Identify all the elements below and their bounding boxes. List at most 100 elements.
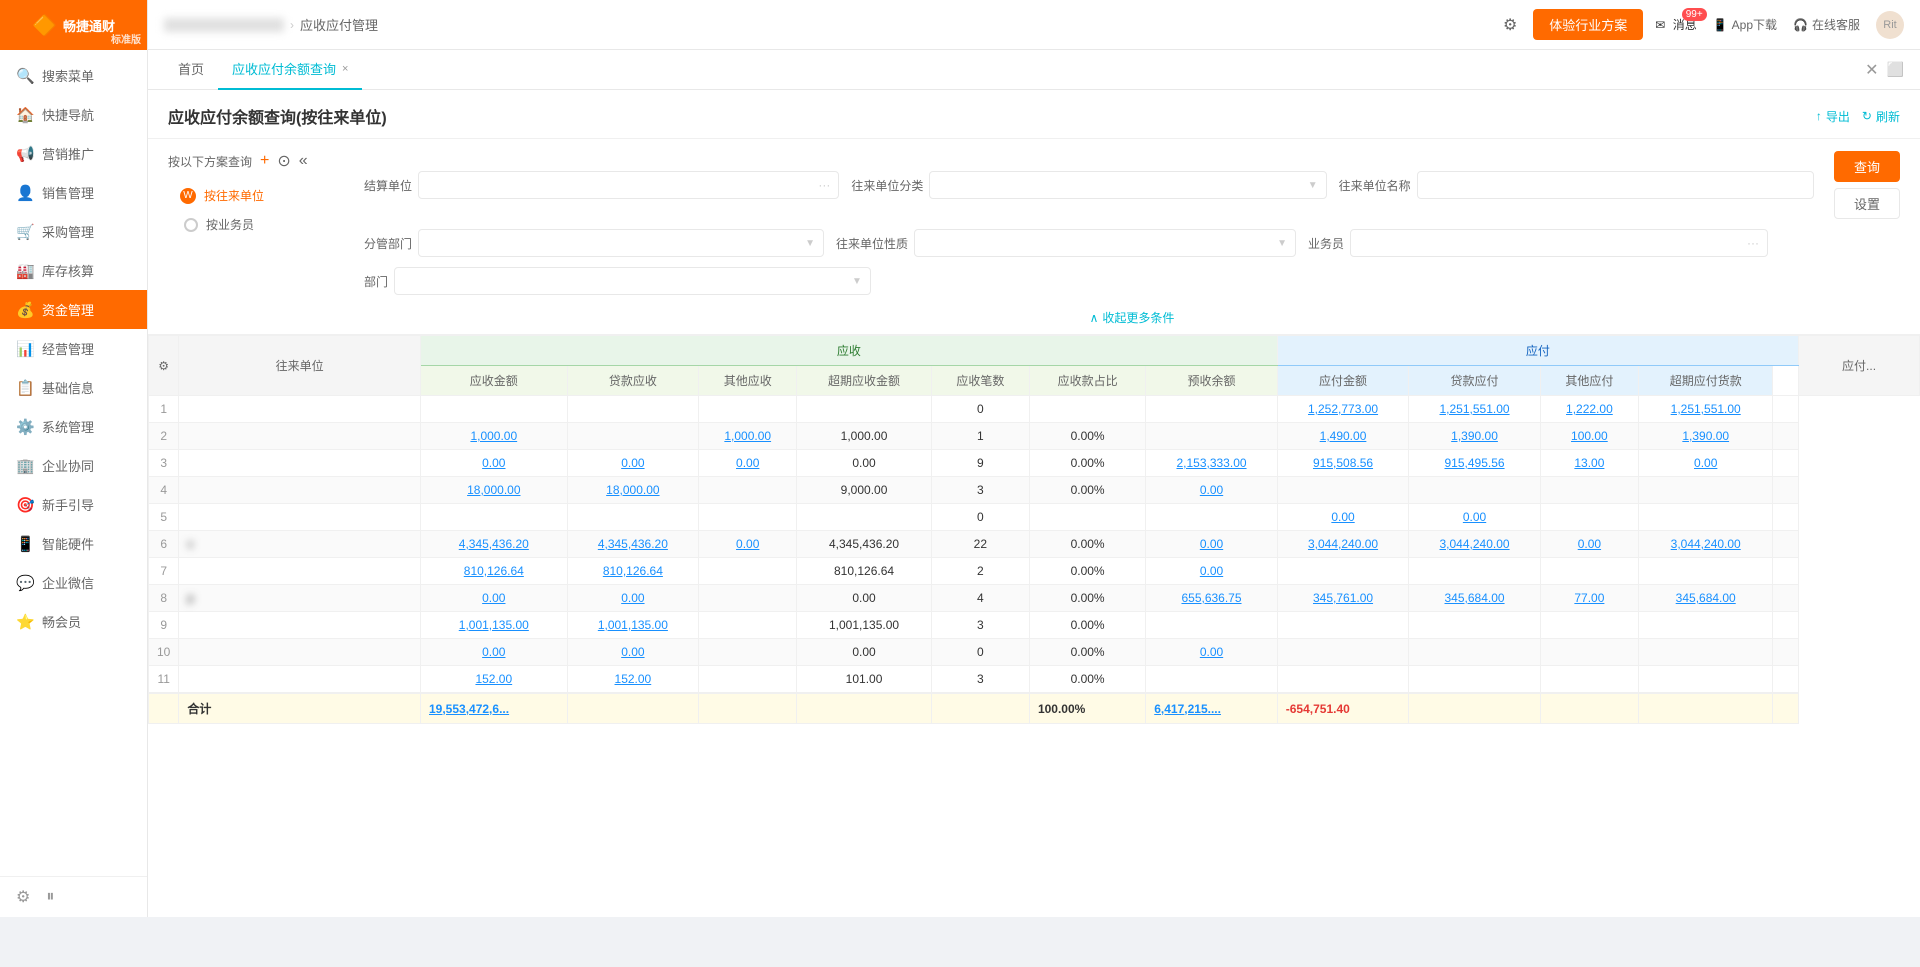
settlement-unit-input[interactable]: ··· (418, 171, 839, 199)
sidebar-item-system[interactable]: ⚙️ 系统管理 (0, 407, 147, 446)
ap-amount-cell[interactable]: 1,490.00 (1277, 423, 1409, 450)
unit-category-input[interactable]: ▼ (929, 171, 1326, 199)
footer-ar-amount[interactable]: 19,553,472,6... (421, 693, 568, 724)
ap-amount-cell[interactable]: 3,044,240.00 (1277, 531, 1409, 558)
ap-loan-cell[interactable]: 1,390.00 (1409, 423, 1541, 450)
sidebar-item-quick-nav[interactable]: 🏠 快捷导航 (0, 95, 147, 134)
ar-amount-cell[interactable]: 0.00 (421, 639, 568, 666)
ap-loan-cell[interactable]: 0.00 (1409, 504, 1541, 531)
sidebar-item-enterprise[interactable]: 🏢 企业协同 (0, 446, 147, 485)
sidebar-item-marketing[interactable]: 📢 营销推广 (0, 134, 147, 173)
sidebar-item-member[interactable]: ⭐ 畅会员 (0, 602, 147, 641)
ap-loan-cell[interactable]: 1,251,551.00 (1409, 396, 1541, 423)
tab-close-icon[interactable]: × (342, 63, 348, 75)
ar-other-cell[interactable]: 0.00 (699, 450, 797, 477)
ar-amount-cell[interactable]: 1,000.00 (421, 423, 568, 450)
tab-close-window-icon[interactable]: ✕ (1865, 60, 1878, 80)
ar-prepay-cell[interactable]: 0.00 (1146, 477, 1278, 504)
col-settings[interactable]: ⚙ (149, 336, 179, 396)
filter-settings-icon[interactable]: ⊙ (277, 151, 290, 171)
ap-amount-cell[interactable]: 1,252,773.00 (1277, 396, 1409, 423)
sidebar-item-search[interactable]: 🔍 搜索菜单 (0, 56, 147, 95)
ar-prepay-cell[interactable]: 655,636.75 (1146, 585, 1278, 612)
tab-home[interactable]: 首页 (164, 50, 218, 90)
ap-other-cell[interactable]: 1,222.00 (1540, 396, 1638, 423)
filter-option-by-staff[interactable]: 按业务员 (176, 210, 348, 239)
ap-overdue-cell[interactable]: 345,684.00 (1638, 585, 1772, 612)
ar-prepay-cell[interactable]: 0.00 (1146, 531, 1278, 558)
table-container[interactable]: ⚙ 往来单位 应收 应付 应付... 应收金额 贷款应收 其他应收 超期应收金额… (148, 335, 1920, 917)
ar-loan-cell[interactable]: 18,000.00 (567, 477, 699, 504)
tab-ar-ap[interactable]: 应收应付余额查询 × (218, 50, 362, 90)
ar-prepay-cell[interactable]: 0.00 (1146, 558, 1278, 585)
setting-button[interactable]: 设置 (1834, 188, 1900, 219)
ap-other-cell[interactable]: 100.00 (1540, 423, 1638, 450)
ap-overdue-cell[interactable]: 1,251,551.00 (1638, 396, 1772, 423)
ap-overdue-cell[interactable]: 0.00 (1638, 450, 1772, 477)
ar-amount-cell[interactable]: 4,345,436.20 (421, 531, 568, 558)
ap-other-cell[interactable]: 0.00 (1540, 531, 1638, 558)
sidebar-item-guide[interactable]: 🎯 新手引导 (0, 485, 147, 524)
ar-amount-cell[interactable]: 1,001,135.00 (421, 612, 568, 639)
ar-loan-cell[interactable]: 152.00 (567, 666, 699, 694)
ar-prepay-cell[interactable]: 0.00 (1146, 639, 1278, 666)
footer-ar-prepay[interactable]: 6,417,215.... (1146, 693, 1278, 724)
filter-option-by-unit[interactable]: W 按往来单位 (172, 181, 348, 210)
ar-loan-cell[interactable]: 4,345,436.20 (567, 531, 699, 558)
ar-count-cell: 4 (931, 585, 1029, 612)
ar-loan-cell[interactable]: 0.00 (567, 585, 699, 612)
filter-add-icon[interactable]: + (260, 152, 269, 170)
ap-amount-cell[interactable]: 345,761.00 (1277, 585, 1409, 612)
sidebar-item-inventory[interactable]: 🏭 库存核算 (0, 251, 147, 290)
staff-input[interactable]: ··· (1350, 229, 1768, 257)
message-icon-container[interactable]: ✉ 99+ 消息 (1655, 16, 1696, 33)
settings-footer-icon[interactable]: ⚙ (16, 887, 30, 907)
ap-loan-cell[interactable]: 345,684.00 (1409, 585, 1541, 612)
collapse-button[interactable]: ∧ 收起更多条件 (1090, 309, 1175, 326)
row-num: 5 (149, 504, 179, 531)
ar-amount-cell[interactable]: 810,126.64 (421, 558, 568, 585)
ar-prepay-cell[interactable]: 2,153,333.00 (1146, 450, 1278, 477)
header-gear-icon[interactable]: ⚙ (1503, 15, 1517, 35)
ar-loan-cell[interactable]: 0.00 (567, 639, 699, 666)
ar-amount-cell[interactable]: 18,000.00 (421, 477, 568, 504)
unit-name-input[interactable] (1417, 171, 1814, 199)
sidebar-item-wechat[interactable]: 💬 企业微信 (0, 563, 147, 602)
ap-loan-cell[interactable]: 3,044,240.00 (1409, 531, 1541, 558)
ar-amount-cell[interactable]: 0.00 (421, 585, 568, 612)
filter-collapse-icon[interactable]: « (299, 152, 308, 170)
online-service[interactable]: 🎧 在线客服 (1793, 16, 1860, 33)
cta-button[interactable]: 体验行业方案 (1533, 9, 1643, 40)
refresh-button[interactable]: ↻ 刷新 (1862, 108, 1900, 125)
sidebar-item-basic[interactable]: 📋 基础信息 (0, 368, 147, 407)
sidebar-item-operations[interactable]: 📊 经营管理 (0, 329, 147, 368)
dept-input[interactable]: ▼ (394, 267, 871, 295)
unit-nature-input[interactable]: ▼ (914, 229, 1296, 257)
ar-other-cell[interactable]: 0.00 (699, 531, 797, 558)
ar-loan-cell[interactable]: 1,001,135.00 (567, 612, 699, 639)
sidebar-item-sales[interactable]: 👤 销售管理 (0, 173, 147, 212)
ar-amount-cell[interactable]: 0.00 (421, 450, 568, 477)
dept-charge-input[interactable]: ▼ (418, 229, 824, 257)
ap-other-cell[interactable]: 13.00 (1540, 450, 1638, 477)
ap-overdue-cell[interactable]: 1,390.00 (1638, 423, 1772, 450)
ap-amount-cell[interactable]: 0.00 (1277, 504, 1409, 531)
collapse-footer-icon[interactable]: ⏸ (46, 888, 54, 906)
user-info[interactable]: Rit (1876, 11, 1904, 39)
query-button[interactable]: 查询 (1834, 151, 1900, 182)
sidebar-item-capital[interactable]: 💰 资金管理 (0, 290, 147, 329)
header-user-actions: ✉ 99+ 消息 📱 App下载 🎧 在线客服 Rit (1655, 11, 1904, 39)
export-button[interactable]: ↑ 导出 (1816, 108, 1850, 125)
sidebar-item-purchase[interactable]: 🛒 采购管理 (0, 212, 147, 251)
ap-overdue-cell[interactable]: 3,044,240.00 (1638, 531, 1772, 558)
ap-other-cell[interactable]: 77.00 (1540, 585, 1638, 612)
sidebar-item-hardware[interactable]: 📱 智能硬件 (0, 524, 147, 563)
app-download[interactable]: 📱 App下载 (1713, 16, 1777, 33)
ar-amount-cell[interactable]: 152.00 (421, 666, 568, 694)
ar-loan-cell[interactable]: 810,126.64 (567, 558, 699, 585)
ar-other-cell[interactable]: 1,000.00 (699, 423, 797, 450)
ar-loan-cell[interactable]: 0.00 (567, 450, 699, 477)
tab-maximize-icon[interactable]: ⬜ (1887, 61, 1904, 78)
ap-loan-cell[interactable]: 915,495.56 (1409, 450, 1541, 477)
ap-amount-cell[interactable]: 915,508.56 (1277, 450, 1409, 477)
